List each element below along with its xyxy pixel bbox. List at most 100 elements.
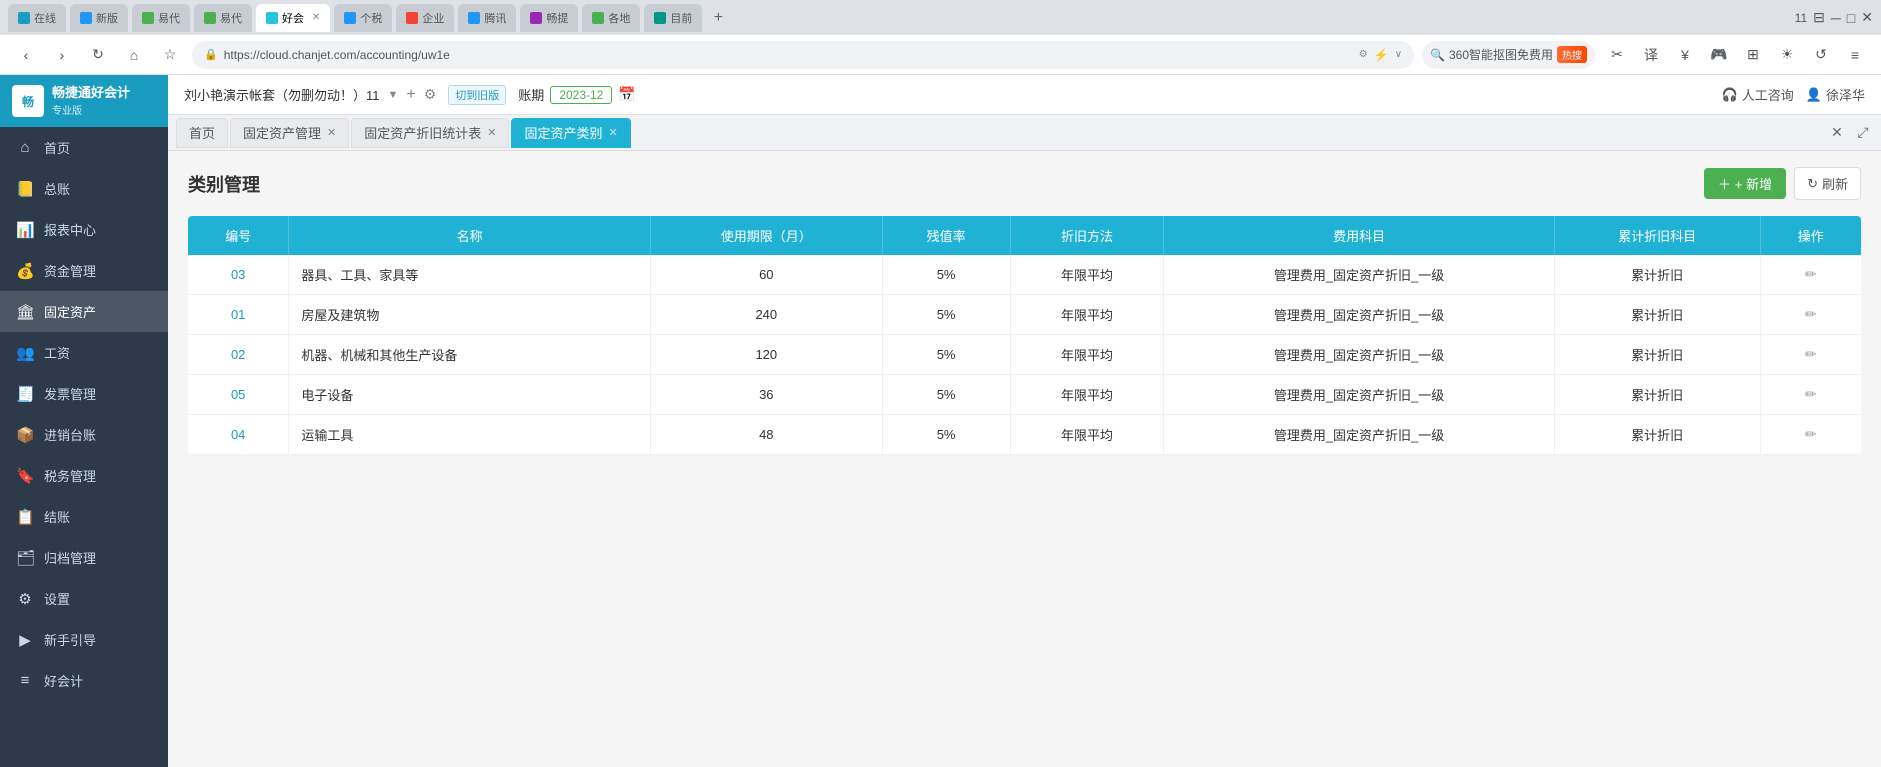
page-tab-asset-category[interactable]: 固定资产类别 ✕: [511, 118, 630, 148]
translate-icon[interactable]: 译: [1637, 41, 1665, 69]
game-icon[interactable]: 🎮: [1705, 41, 1733, 69]
edit-btn-4[interactable]: ✏: [1805, 426, 1817, 442]
forward-btn[interactable]: ›: [48, 41, 76, 69]
url-expand-icon[interactable]: ∨: [1395, 49, 1402, 60]
col-header-period: 使用期限（月）: [650, 216, 882, 255]
browser-toolbar-icons: ✂ 译 ¥ 🎮 ⊞ ☀ ↺ ≡: [1603, 41, 1869, 69]
browser-tab-9[interactable]: 畅提: [520, 4, 578, 32]
service-btn[interactable]: 🎧 人工咨询: [1722, 85, 1794, 104]
calendar-icon[interactable]: 📅: [618, 86, 635, 103]
sidebar-item-reports[interactable]: 📊 报表中心: [0, 209, 168, 250]
browser-tab-7[interactable]: 企业: [396, 4, 454, 32]
user-profile[interactable]: 👤 徐泽华: [1806, 85, 1865, 104]
user-name: 徐泽华: [1826, 85, 1865, 104]
sidebar-item-funds[interactable]: 💰 资金管理: [0, 250, 168, 291]
sidebar-item-tax[interactable]: 🔖 税务管理: [0, 455, 168, 496]
page-tab-depreciation-table[interactable]: 固定资产折旧统计表 ✕: [351, 118, 509, 148]
sidebar-item-more[interactable]: ≡ 好会计: [0, 660, 168, 701]
browser-tab-4[interactable]: 易代: [194, 4, 252, 32]
sidebar-item-purchase-sales[interactable]: 📦 进销台账: [0, 414, 168, 455]
sidebar-item-invoices[interactable]: 🧾 发票管理: [0, 373, 168, 414]
windows-icon[interactable]: ⊟: [1813, 9, 1825, 26]
page-tab-asset-category-close[interactable]: ✕: [609, 126, 618, 139]
refresh-btn[interactable]: ↻ 刷新: [1794, 167, 1861, 200]
browser-tab-1[interactable]: 在线: [8, 4, 66, 32]
back-btn[interactable]: ‹: [12, 41, 40, 69]
browser-tab-6[interactable]: 个税: [334, 4, 392, 32]
tab-label-8: 腾讯: [484, 10, 506, 26]
currency-icon[interactable]: ¥: [1671, 41, 1699, 69]
search-text: 360智能抠图免费用: [1449, 46, 1553, 63]
home-icon: ⌂: [16, 139, 34, 156]
add-category-btn[interactable]: ＋ + 新增: [1704, 168, 1786, 199]
table-row: 01 房屋及建筑物 240 5% 年限平均 管理费用_固定资产折旧_一级 累计折…: [188, 295, 1861, 335]
sidebar-item-closing[interactable]: 📋 结账: [0, 496, 168, 537]
lightning-icon[interactable]: ⚡: [1374, 48, 1389, 62]
sidebar-item-fixed-assets[interactable]: 🏛 固定资产: [0, 291, 168, 332]
cell-depreciation-1: 累计折旧: [1554, 295, 1760, 335]
tab-favicon-5: [266, 12, 278, 24]
cell-code-3: 05: [188, 375, 289, 415]
dropdown-arrow[interactable]: ▼: [388, 89, 399, 101]
cell-expense-0: 管理费用_固定资产折旧_一级: [1164, 255, 1554, 295]
edit-btn-2[interactable]: ✏: [1805, 346, 1817, 362]
maximize-icon[interactable]: □: [1847, 10, 1855, 26]
sidebar-header: 畅 畅捷通好会计 专业版: [0, 75, 168, 127]
edit-btn-0[interactable]: ✏: [1805, 266, 1817, 282]
url-bar[interactable]: 🔒 https://cloud.chanjet.com/accounting/u…: [192, 41, 1414, 69]
cell-name-4: 运输工具: [289, 415, 651, 455]
edit-btn-3[interactable]: ✏: [1805, 386, 1817, 402]
app-name-block: 畅捷通好会计 专业版: [52, 85, 130, 117]
window-close-icon[interactable]: ✕: [1827, 123, 1847, 143]
settings-gear-btn[interactable]: ⚙: [424, 86, 437, 103]
cell-expense-1: 管理费用_固定资产折旧_一级: [1164, 295, 1554, 335]
window-maximize-icon[interactable]: ⤢: [1853, 123, 1873, 143]
sidebar-label-closing: 结账: [44, 507, 70, 526]
page-title: 类别管理: [188, 171, 260, 197]
bookmark-btn[interactable]: ☆: [156, 41, 184, 69]
brightness-icon[interactable]: ☀: [1773, 41, 1801, 69]
tax-icon: 🔖: [16, 467, 34, 485]
search-bar[interactable]: 🔍 360智能抠图免费用 热搜: [1422, 41, 1595, 69]
tab-label-3: 易代: [158, 10, 180, 26]
col-header-code: 编号: [188, 216, 289, 255]
undo-icon[interactable]: ↺: [1807, 41, 1835, 69]
browser-tab-10[interactable]: 各地: [582, 4, 640, 32]
page-tab-fixed-asset-mgmt-close[interactable]: ✕: [327, 126, 336, 139]
page-tab-home[interactable]: 首页: [176, 118, 228, 148]
tab-close-btn-5[interactable]: ✕: [312, 12, 320, 23]
dropdown-icon[interactable]: ⚙: [1359, 49, 1368, 60]
browser-tab-5[interactable]: 好会 ✕: [256, 4, 330, 32]
reload-btn[interactable]: ↻: [84, 41, 112, 69]
browser-tab-3[interactable]: 易代: [132, 4, 190, 32]
edit-btn-1[interactable]: ✏: [1805, 306, 1817, 322]
hot-badge: 热搜: [1557, 46, 1587, 63]
tab-favicon-1: [18, 12, 30, 24]
add-account-btn[interactable]: +: [406, 86, 415, 104]
period-value[interactable]: 2023-12: [550, 86, 612, 104]
browser-tab-8[interactable]: 腾讯: [458, 4, 516, 32]
cell-expense-4: 管理费用_固定资产折旧_一级: [1164, 415, 1554, 455]
category-table: 编号 名称 使用期限（月） 残值率 折旧方法 费用科目 累计折旧科目 操作 03…: [188, 216, 1861, 455]
sidebar-label-guide: 新手引导: [44, 630, 96, 649]
page-tab-fixed-asset-mgmt[interactable]: 固定资产管理 ✕: [230, 118, 349, 148]
browser-tab-2[interactable]: 新版: [70, 4, 128, 32]
sidebar-item-ledger[interactable]: 📒 总账: [0, 168, 168, 209]
home-btn[interactable]: ⌂: [120, 41, 148, 69]
new-tab-btn[interactable]: +: [706, 6, 730, 30]
grid-icon[interactable]: ⊞: [1739, 41, 1767, 69]
sidebar-item-settings[interactable]: ⚙ 设置: [0, 578, 168, 619]
browser-close-icon[interactable]: ✕: [1861, 9, 1873, 26]
browser-tab-11[interactable]: 目前: [644, 4, 702, 32]
menu-icon[interactable]: ≡: [1841, 41, 1869, 69]
sidebar-item-archive[interactable]: 🗂 归档管理: [0, 537, 168, 578]
minimize-icon[interactable]: ─: [1831, 10, 1841, 26]
scissors-icon[interactable]: ✂: [1603, 41, 1631, 69]
sidebar-item-guide[interactable]: ▶ 新手引导: [0, 619, 168, 660]
switch-version-btn[interactable]: 切到旧版: [448, 85, 506, 105]
browser-tab-bar: 在线 新版 易代 易代 好会 ✕ 个税 企业 腾讯 畅提 各地 目前 +: [0, 0, 1881, 35]
page-tab-depreciation-close[interactable]: ✕: [487, 126, 496, 139]
sidebar-item-home[interactable]: ⌂ 首页: [0, 127, 168, 168]
sidebar-item-payroll[interactable]: 👥 工资: [0, 332, 168, 373]
col-header-residual: 残值率: [882, 216, 1010, 255]
